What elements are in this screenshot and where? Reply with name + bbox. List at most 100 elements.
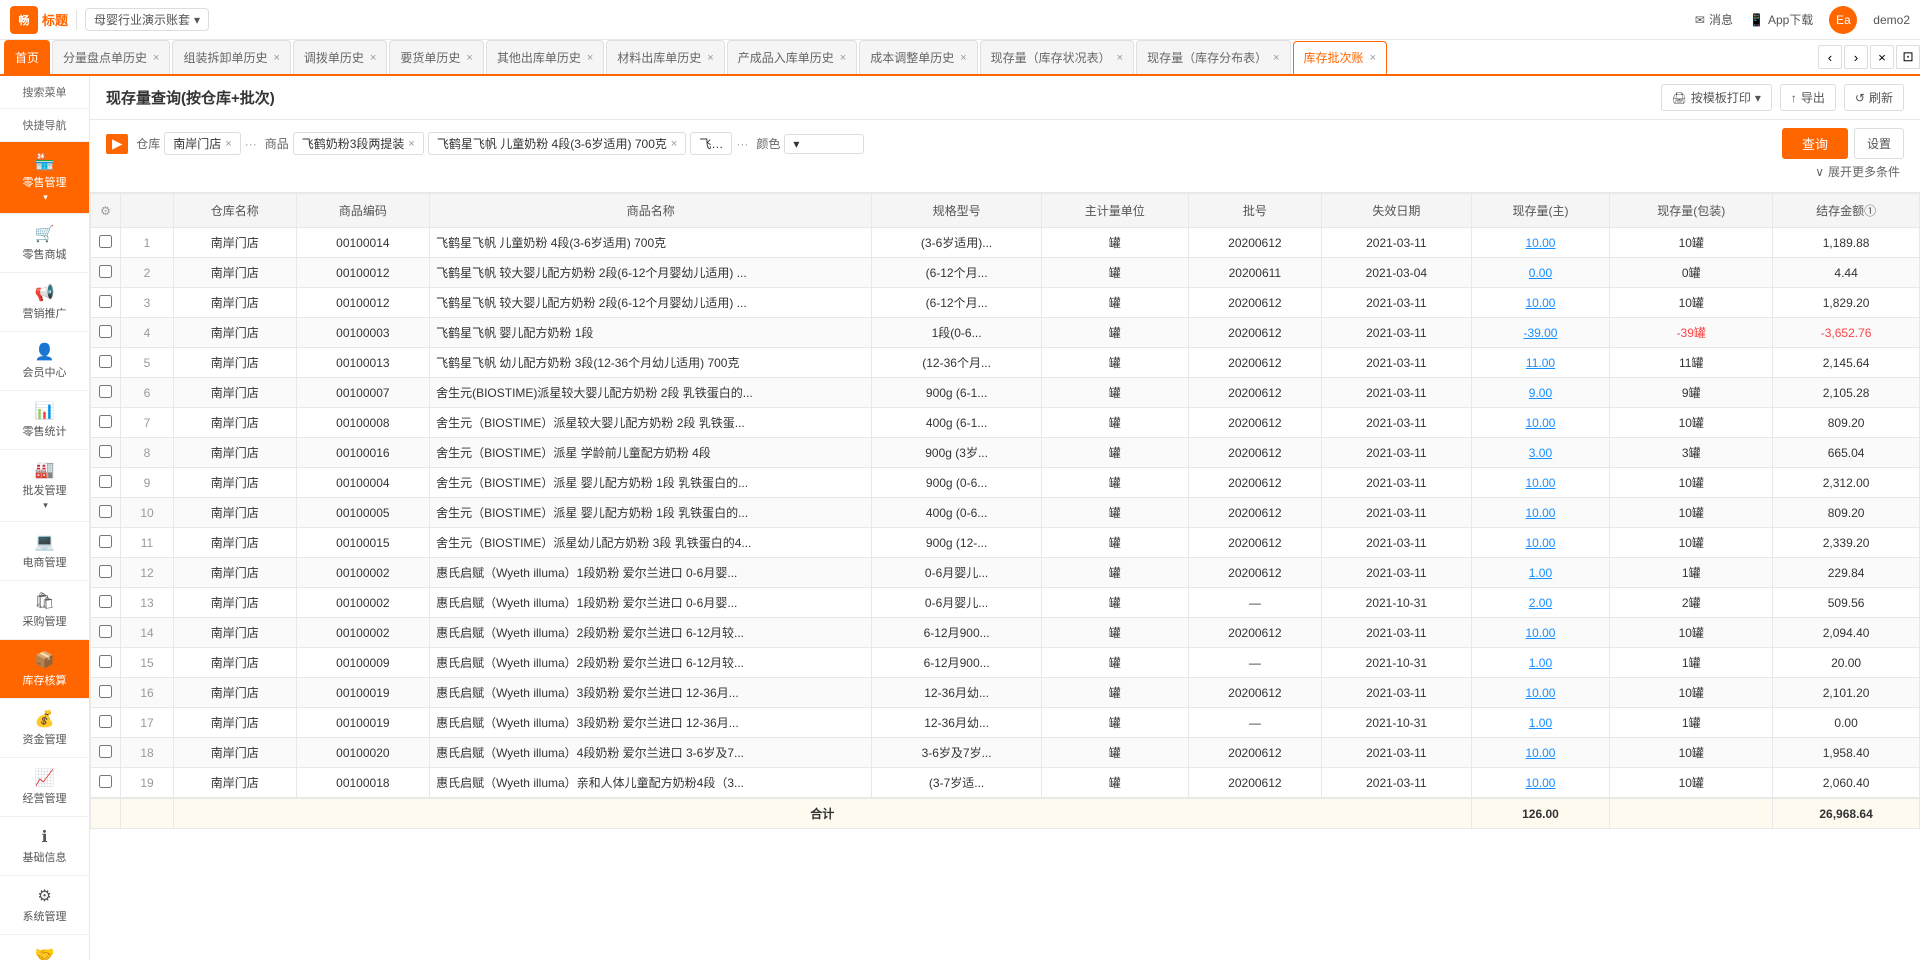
company-select[interactable]: 母婴行业演示账套 ▾ <box>85 8 209 31</box>
expand-conditions-button[interactable]: ∨ 展开更多条件 <box>1815 163 1900 180</box>
tab-product-in[interactable]: 产成品入库单历史 × <box>727 40 857 74</box>
close-icon[interactable]: × <box>466 52 472 64</box>
message-button[interactable]: ✉ 消息 <box>1695 11 1733 28</box>
row-checkbox[interactable] <box>91 348 121 378</box>
checkbox-input[interactable] <box>99 655 112 668</box>
template-print-button[interactable]: 🖨 按模板打印 ▾ <box>1661 84 1772 111</box>
checkbox-input[interactable] <box>99 625 112 638</box>
row-checkbox[interactable] <box>91 318 121 348</box>
tab-cost-adjust[interactable]: 成本调整单历史 × <box>859 40 977 74</box>
row-checkbox[interactable] <box>91 768 121 799</box>
sidebar-item-inventory[interactable]: 📦 库存核算 <box>0 640 89 699</box>
expand-toggle-button[interactable]: ▶ <box>106 134 128 154</box>
checkbox-input[interactable] <box>99 535 112 548</box>
row-qty-main[interactable]: -39.00 <box>1471 318 1610 348</box>
product-tag-3[interactable]: 飞… <box>690 132 732 155</box>
tab-next-button[interactable]: › <box>1844 45 1868 69</box>
row-checkbox[interactable] <box>91 528 121 558</box>
row-checkbox[interactable] <box>91 618 121 648</box>
row-qty-main[interactable]: 10.00 <box>1471 468 1610 498</box>
row-checkbox[interactable] <box>91 468 121 498</box>
tab-close-button[interactable]: × <box>1870 45 1894 69</box>
tab-home[interactable]: 首页 <box>4 40 50 74</box>
product-remove-1-icon[interactable]: × <box>408 138 414 150</box>
warehouse-remove-icon[interactable]: × <box>225 138 231 150</box>
tab-more-button[interactable]: ⊡ <box>1896 45 1920 69</box>
row-qty-main[interactable]: 11.00 <box>1471 348 1610 378</box>
checkbox-input[interactable] <box>99 445 112 458</box>
settings-button[interactable]: 设置 <box>1854 128 1904 159</box>
product-tag-2[interactable]: 飞鹤星飞帆 儿童奶粉 4段(3-6岁适用) 700克 × <box>428 132 686 155</box>
row-qty-main[interactable]: 9.00 <box>1471 378 1610 408</box>
checkbox-input[interactable] <box>99 325 112 338</box>
sidebar-item-member[interactable]: 👤 会员中心 <box>0 332 89 391</box>
sidebar-item-retail[interactable]: 🏪 零售管理 ▾ <box>0 142 89 214</box>
product-more[interactable]: ··· <box>736 137 748 151</box>
row-checkbox[interactable] <box>91 258 121 288</box>
query-button[interactable]: 查询 <box>1782 128 1848 159</box>
checkbox-input[interactable] <box>99 385 112 398</box>
close-icon[interactable]: × <box>960 52 966 64</box>
sidebar-item-marketing[interactable]: 📢 营销推广 <box>0 273 89 332</box>
sidebar-item-operation[interactable]: 📈 经营管理 <box>0 758 89 817</box>
tab-transfer[interactable]: 调拨单历史 × <box>293 40 387 74</box>
close-icon[interactable]: × <box>370 52 376 64</box>
checkbox-input[interactable] <box>99 715 112 728</box>
close-icon[interactable]: × <box>273 52 279 64</box>
tab-prev-button[interactable]: ‹ <box>1818 45 1842 69</box>
close-icon[interactable]: × <box>840 52 846 64</box>
checkbox-input[interactable] <box>99 355 112 368</box>
warehouse-more[interactable]: ··· <box>245 137 257 151</box>
row-checkbox[interactable] <box>91 708 121 738</box>
row-checkbox[interactable] <box>91 378 121 408</box>
export-button[interactable]: ↑ 导出 <box>1780 84 1836 111</box>
row-qty-main[interactable]: 10.00 <box>1471 738 1610 768</box>
checkbox-input[interactable] <box>99 295 112 308</box>
sidebar-item-basic[interactable]: ℹ 基础信息 <box>0 817 89 876</box>
row-qty-main[interactable]: 1.00 <box>1471 708 1610 738</box>
row-qty-main[interactable]: 3.00 <box>1471 438 1610 468</box>
close-icon[interactable]: × <box>1370 52 1376 64</box>
row-qty-main[interactable]: 0.00 <box>1471 258 1610 288</box>
close-icon[interactable]: × <box>587 52 593 64</box>
row-checkbox[interactable] <box>91 408 121 438</box>
checkbox-input[interactable] <box>99 565 112 578</box>
tab-other-out[interactable]: 其他出库单历史 × <box>486 40 604 74</box>
close-icon[interactable]: × <box>153 52 159 64</box>
row-qty-main[interactable]: 10.00 <box>1471 498 1610 528</box>
checkbox-input[interactable] <box>99 415 112 428</box>
tab-disassemble[interactable]: 组装拆卸单历史 × <box>172 40 290 74</box>
row-checkbox[interactable] <box>91 228 121 258</box>
row-checkbox[interactable] <box>91 558 121 588</box>
checkbox-input[interactable] <box>99 265 112 278</box>
checkbox-input[interactable] <box>99 595 112 608</box>
close-icon[interactable]: × <box>1273 52 1279 64</box>
tab-require-goods[interactable]: 要货单历史 × <box>389 40 483 74</box>
tab-material-out[interactable]: 材料出库单历史 × <box>606 40 724 74</box>
sidebar-item-ecommerce[interactable]: 💻 电商管理 <box>0 522 89 581</box>
row-checkbox[interactable] <box>91 588 121 618</box>
sidebar-item-enterprise[interactable]: 🤝 企业协同 <box>0 935 89 960</box>
row-qty-main[interactable]: 10.00 <box>1471 618 1610 648</box>
row-checkbox[interactable] <box>91 288 121 318</box>
tab-split-inventory[interactable]: 分量盘点单历史 × <box>52 40 170 74</box>
close-icon[interactable]: × <box>707 52 713 64</box>
row-qty-main[interactable]: 10.00 <box>1471 408 1610 438</box>
product-remove-2-icon[interactable]: × <box>671 138 677 150</box>
checkbox-input[interactable] <box>99 235 112 248</box>
warehouse-tag[interactable]: 南岸门店 × <box>164 132 240 155</box>
checkbox-input[interactable] <box>99 505 112 518</box>
sidebar-item-wholesale[interactable]: 🏭 批发管理 ▾ <box>0 450 89 522</box>
sidebar-item-retail-stats[interactable]: 📊 零售统计 <box>0 391 89 450</box>
checkbox-input[interactable] <box>99 775 112 788</box>
sidebar-item-retail-shop[interactable]: 🛒 零售商城 <box>0 214 89 273</box>
row-qty-main[interactable]: 2.00 <box>1471 588 1610 618</box>
app-download-button[interactable]: 📱 App下载 <box>1749 11 1813 28</box>
checkbox-input[interactable] <box>99 685 112 698</box>
user-avatar[interactable]: Ea <box>1829 6 1857 34</box>
tab-current-status[interactable]: 现存量（库存状况表） × <box>980 40 1134 74</box>
row-qty-main[interactable]: 10.00 <box>1471 768 1610 799</box>
row-checkbox[interactable] <box>91 678 121 708</box>
row-qty-main[interactable]: 10.00 <box>1471 678 1610 708</box>
close-icon[interactable]: × <box>1117 52 1123 64</box>
